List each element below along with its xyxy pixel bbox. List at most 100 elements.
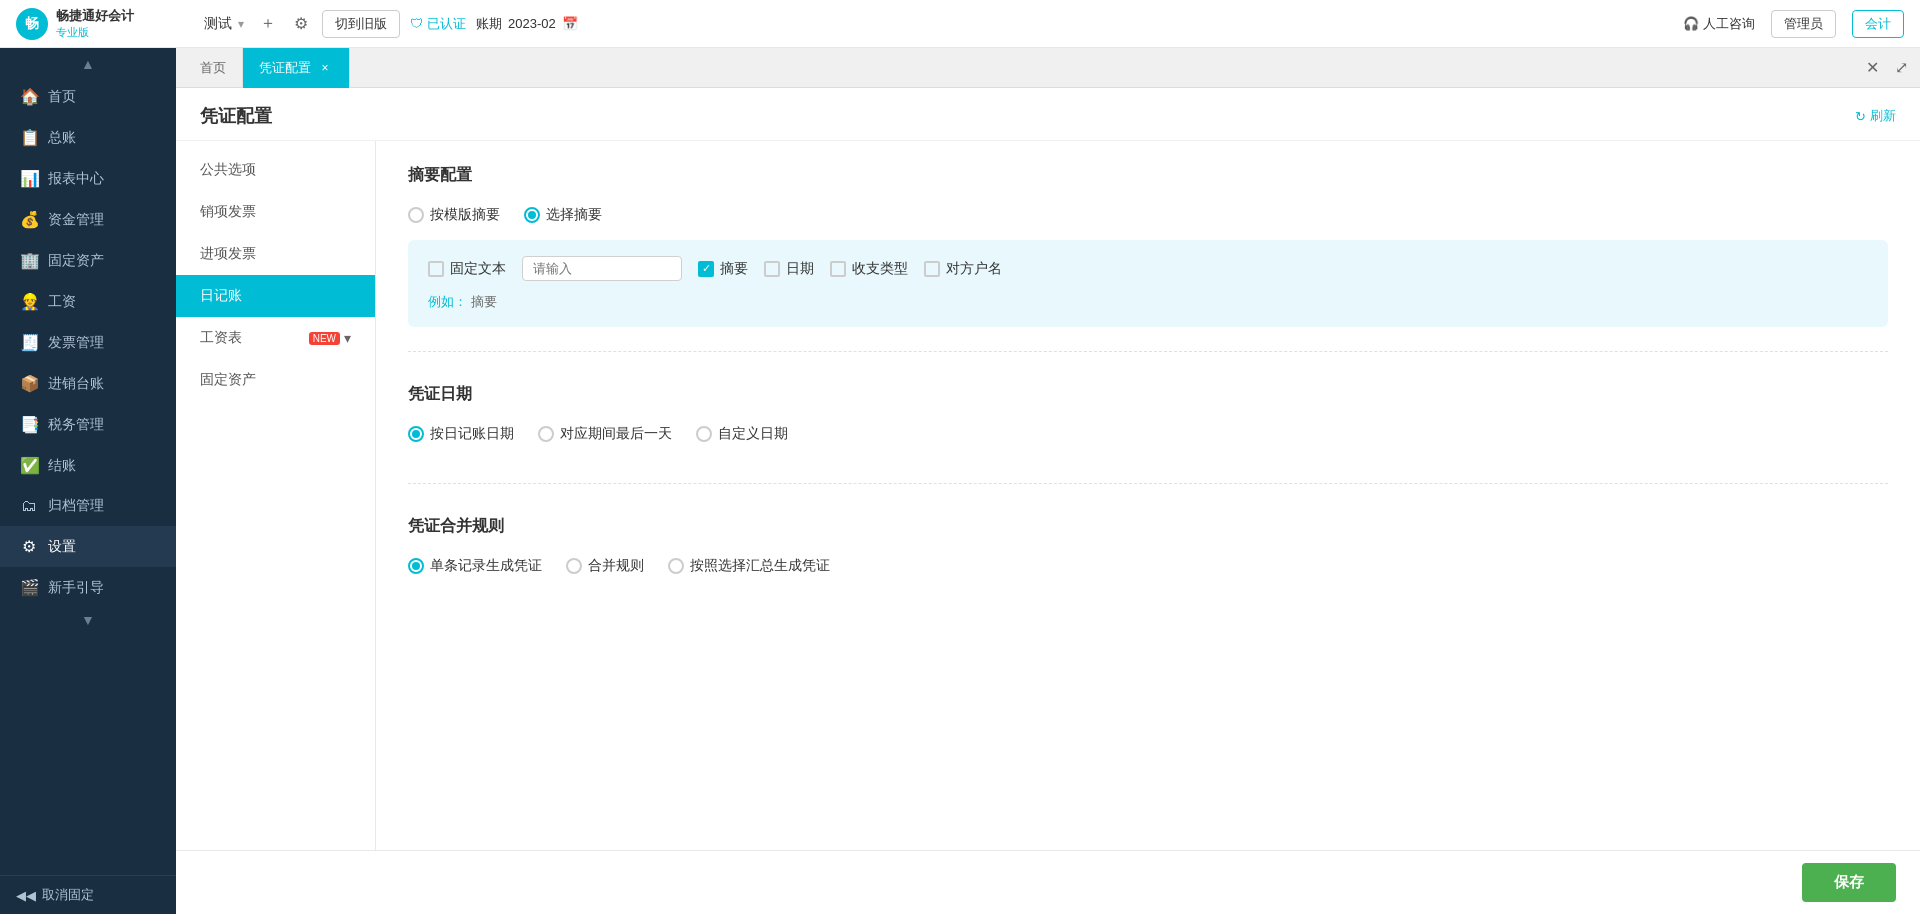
tab-expand-button[interactable]: ⤢ [1891, 54, 1912, 81]
section-summary: 摘要配置 按模版摘要 选择摘要 [408, 165, 1888, 352]
date-radio-group: 按日记账日期 对应期间最后一天 自定义日期 [408, 425, 1888, 443]
sidebar-item-tax[interactable]: 📑 税务管理 [0, 404, 176, 445]
radio-diary-date[interactable]: 按日记账日期 [408, 425, 514, 443]
guide-icon: 🎬 [20, 578, 38, 597]
period-display: 账期 2023-02 📅 [476, 15, 578, 33]
fixed-text-input[interactable] [522, 256, 682, 281]
radio-template-label: 按模版摘要 [430, 206, 500, 224]
checkbox-date[interactable]: 日期 [764, 260, 814, 278]
radio-select-summary[interactable]: 选择摘要 [524, 206, 602, 224]
sales-ledger-icon: 📦 [20, 374, 38, 393]
sidebar-item-sales-ledger[interactable]: 📦 进销台账 [0, 363, 176, 404]
checkbox-date-label: 日期 [786, 260, 814, 278]
logo-icon: 畅 [16, 8, 48, 40]
sidebar-item-archive[interactable]: 🗂 归档管理 [0, 486, 176, 526]
radio-single-record[interactable]: 单条记录生成凭证 [408, 557, 542, 575]
sidebar-item-fixed-assets[interactable]: 🏢 固定资产 [0, 240, 176, 281]
radio-merge-rule[interactable]: 合并规则 [566, 557, 644, 575]
config-nav-diary[interactable]: 日记账 [176, 275, 375, 317]
tab-home-label: 首页 [200, 59, 226, 77]
certified-status: 🛡 已认证 [410, 15, 466, 33]
checkbox-date-box [764, 261, 780, 277]
sidebar-label-guide: 新手引导 [48, 579, 104, 597]
sidebar-item-close-account[interactable]: ✅ 结账 [0, 445, 176, 486]
admin-button[interactable]: 管理员 [1771, 10, 1836, 38]
radio-template-circle [408, 207, 424, 223]
refresh-button[interactable]: ↻ 刷新 [1855, 107, 1896, 125]
radio-custom-date-circle [696, 426, 712, 442]
summary-radio-group: 按模版摘要 选择摘要 [408, 206, 1888, 224]
tax-icon: 📑 [20, 415, 38, 434]
project-name: 测试 [204, 15, 232, 33]
tab-home[interactable]: 首页 [184, 48, 243, 88]
cancel-fixed-button[interactable]: ◀◀ 取消固定 [0, 875, 176, 914]
project-selector[interactable]: 测试 ▾ [204, 15, 244, 33]
radio-single-record-label: 单条记录生成凭证 [430, 557, 542, 575]
radio-summary-generate-circle [668, 558, 684, 574]
config-nav-payroll-table[interactable]: 工资表 NEW ▾ [176, 317, 375, 359]
accountant-button[interactable]: 会计 [1852, 10, 1904, 38]
checkbox-fixed-text-label: 固定文本 [450, 260, 506, 278]
section-date: 凭证日期 按日记账日期 对应期间最后一天 [408, 384, 1888, 484]
checkbox-summary[interactable]: ✓ 摘要 [698, 260, 748, 278]
funds-icon: 💰 [20, 210, 38, 229]
tab-voucher-config-label: 凭证配置 [259, 59, 311, 77]
radio-custom-date[interactable]: 自定义日期 [696, 425, 788, 443]
config-nav-public[interactable]: 公共选项 [176, 149, 375, 191]
tab-close-window-button[interactable]: ✕ [1862, 54, 1883, 81]
scroll-down-btn[interactable]: ▼ [0, 608, 176, 632]
switch-old-version-button[interactable]: 切到旧版 [322, 10, 400, 38]
radio-select-circle [524, 207, 540, 223]
config-nav-sales-invoice[interactable]: 销项发票 [176, 191, 375, 233]
settings-icon[interactable]: ⚙ [290, 10, 312, 37]
invoices-icon: 🧾 [20, 333, 38, 352]
sidebar-item-home[interactable]: 🏠 首页 [0, 76, 176, 117]
radio-period-last-day-circle [538, 426, 554, 442]
checkbox-counterparty[interactable]: 对方户名 [924, 260, 1002, 278]
example-prefix: 例如： [428, 294, 467, 309]
chevron-down-icon: ▾ [238, 17, 244, 31]
tab-voucher-config[interactable]: 凭证配置 × [243, 48, 350, 88]
close-account-icon: ✅ [20, 456, 38, 475]
add-button[interactable]: ＋ [256, 9, 280, 38]
page-header: 凭证配置 ↻ 刷新 [176, 88, 1920, 141]
radio-summary-generate-label: 按照选择汇总生成凭证 [690, 557, 830, 575]
sidebar-item-reports[interactable]: 📊 报表中心 [0, 158, 176, 199]
calendar-icon[interactable]: 📅 [562, 16, 578, 31]
merge-radio-group: 单条记录生成凭证 合并规则 按照选择汇总生成凭证 [408, 557, 1888, 575]
sidebar-item-payroll[interactable]: 👷 工资 [0, 281, 176, 322]
reports-icon: 📊 [20, 169, 38, 188]
config-nav-sales-invoice-label: 销项发票 [200, 203, 256, 221]
sidebar-item-settings[interactable]: ⚙ 设置 [0, 526, 176, 567]
settings-nav-icon: ⚙ [20, 537, 38, 556]
section-merge-title: 凭证合并规则 [408, 516, 1888, 537]
archive-icon: 🗂 [20, 497, 38, 515]
sidebar-item-ledger[interactable]: 📋 总账 [0, 117, 176, 158]
radio-merge-rule-circle [566, 558, 582, 574]
checkbox-fixed-text[interactable]: 固定文本 [428, 260, 506, 278]
sidebar-item-guide[interactable]: 🎬 新手引导 [0, 567, 176, 608]
checkbox-payment-type-box [830, 261, 846, 277]
top-bar-actions: ＋ ⚙ 切到旧版 🛡 已认证 账期 2023-02 📅 [256, 9, 578, 38]
radio-template-summary[interactable]: 按模版摘要 [408, 206, 500, 224]
radio-period-last-day-label: 对应期间最后一天 [560, 425, 672, 443]
sidebar-item-funds[interactable]: 💰 资金管理 [0, 199, 176, 240]
headset-icon: 🎧 [1683, 16, 1699, 31]
fixed-assets-icon: 🏢 [20, 251, 38, 270]
consult-button[interactable]: 🎧 人工咨询 [1683, 15, 1755, 33]
sidebar-label-home: 首页 [48, 88, 76, 106]
tab-close-icon[interactable]: × [317, 60, 333, 76]
config-nav-fixed-assets[interactable]: 固定资产 [176, 359, 375, 401]
ledger-icon: 📋 [20, 128, 38, 147]
save-button[interactable]: 保存 [1802, 863, 1896, 902]
radio-summary-generate[interactable]: 按照选择汇总生成凭证 [668, 557, 830, 575]
example-value: 摘要 [471, 294, 497, 309]
checkbox-payment-type[interactable]: 收支类型 [830, 260, 908, 278]
radio-period-last-day[interactable]: 对应期间最后一天 [538, 425, 672, 443]
page-title: 凭证配置 [200, 104, 272, 128]
checkbox-counterparty-box [924, 261, 940, 277]
radio-single-record-circle [408, 558, 424, 574]
config-nav-purchase-invoice[interactable]: 进项发票 [176, 233, 375, 275]
sidebar-item-invoices[interactable]: 🧾 发票管理 [0, 322, 176, 363]
scroll-up-btn[interactable]: ▲ [0, 52, 176, 76]
